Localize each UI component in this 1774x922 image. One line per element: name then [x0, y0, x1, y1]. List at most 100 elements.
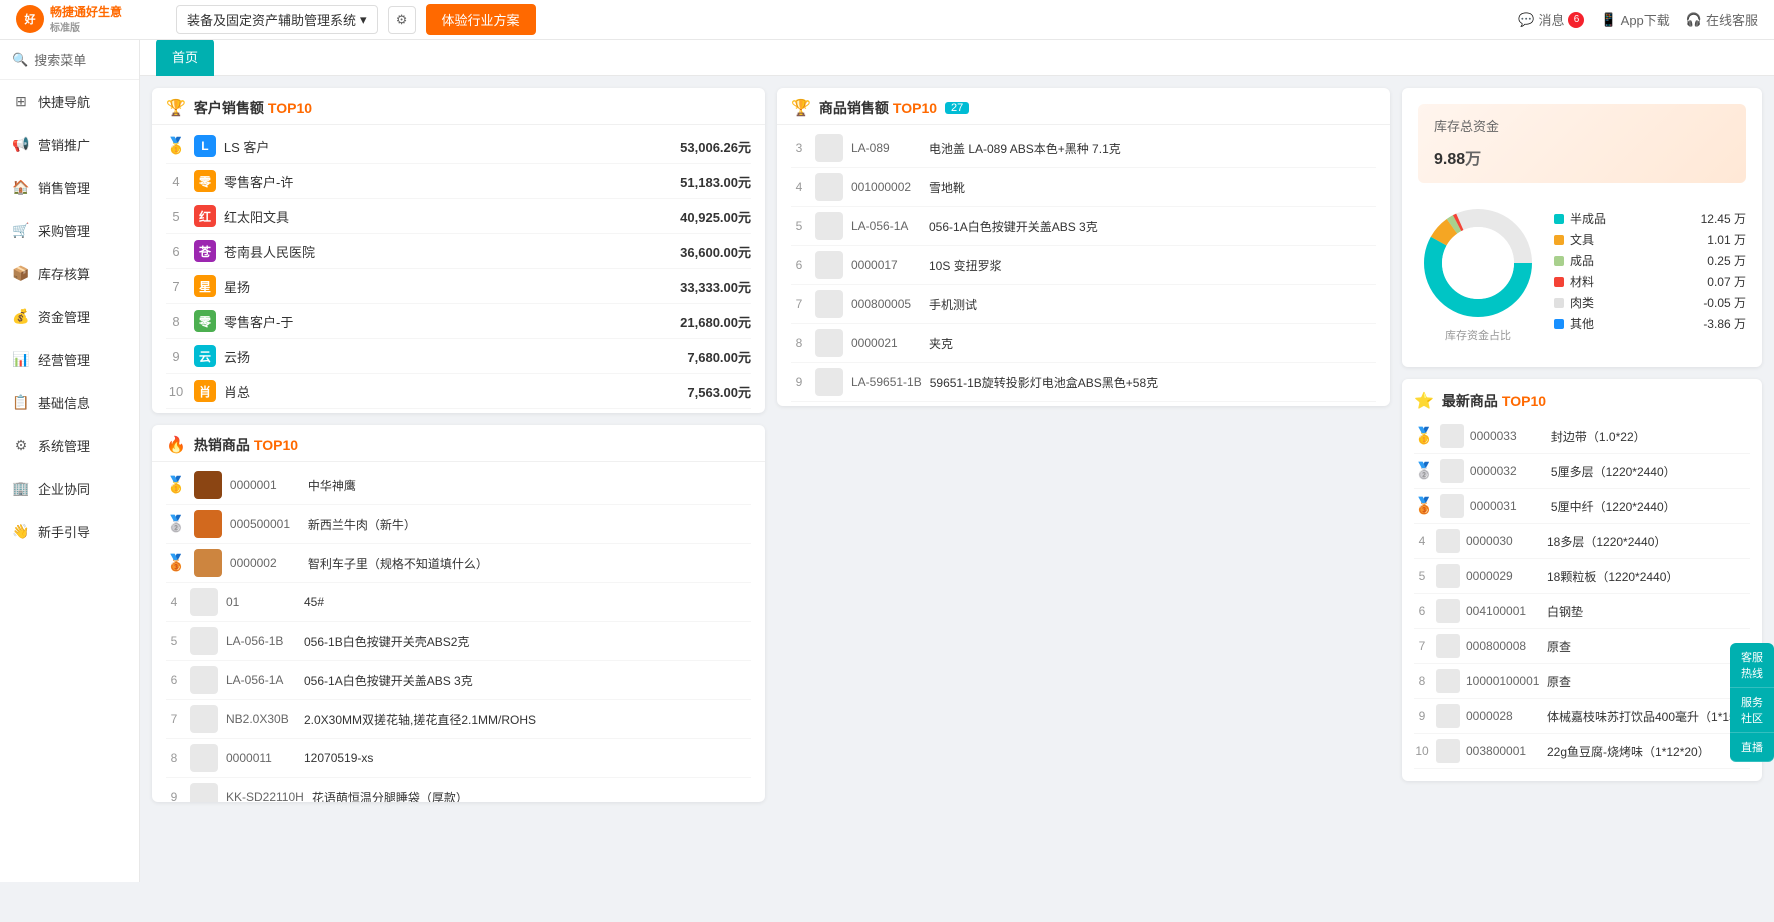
list-item: 6 004100001 白钢垫 [1414, 594, 1750, 629]
product-code: 0000002 [230, 556, 300, 570]
legend-name: 其他 [1570, 315, 1697, 332]
donut-chart [1418, 203, 1538, 323]
gear-icon: ⚙ [396, 12, 408, 28]
product-code: 0000001 [230, 478, 300, 492]
sidebar-item-label: 基础信息 [38, 393, 90, 412]
product-sales-header: 🏆 商品销售额TOP10 27 [777, 88, 1390, 125]
rank-num: 6 [1414, 604, 1430, 618]
customer-amount: 51,183.00元 [680, 172, 751, 191]
legend-item-other: 其他 -3.86 万 [1554, 315, 1746, 332]
online-label: 在线客服 [1706, 10, 1758, 29]
sidebar-item-newbie[interactable]: 👋 新手引导 [0, 510, 139, 553]
product-sales-title: 商品销售额TOP10 [819, 98, 937, 118]
legend-value: 12.45 万 [1701, 210, 1746, 227]
product-code: NB2.0X30B [226, 712, 296, 726]
product-name: 手机测试 [929, 296, 1376, 313]
trial-button[interactable]: 体验行业方案 [426, 4, 536, 35]
product-name: 新西兰牛肉（新牛） [308, 516, 751, 533]
medal-icon: 🥉 [166, 553, 186, 573]
legend-item-finished: 成品 0.25 万 [1554, 252, 1746, 269]
message-button[interactable]: 💬 消息 6 [1518, 10, 1584, 29]
rank-num: 4 [1414, 534, 1430, 548]
legend-name: 材料 [1570, 273, 1701, 290]
legend-value: -0.05 万 [1703, 294, 1746, 311]
customer-ranking-header: 🏆 客户销售额TOP10 [152, 88, 765, 125]
product-code: 0000029 [1466, 569, 1541, 583]
middle-column: 🏆 商品销售额TOP10 27 3 LA-089 电池盖 LA-089 ABS本… [777, 88, 1390, 802]
product-image [194, 510, 222, 538]
product-code: 0000030 [1466, 534, 1541, 548]
list-item: 5 LA-056-1B 056-1B白色按键开关壳ABS2克 [166, 622, 751, 661]
sidebar-item-label: 采购管理 [38, 221, 90, 240]
gear-button[interactable]: ⚙ [388, 6, 416, 34]
product-image [1440, 459, 1464, 483]
rank-num: 4 [166, 595, 182, 609]
newbie-icon: 👋 [12, 523, 30, 541]
top-badge: 27 [945, 102, 969, 114]
rank-num: 9 [166, 349, 186, 364]
marketing-icon: 📢 [12, 136, 30, 154]
customer-ranking-title: 客户销售额TOP10 [194, 98, 312, 118]
sidebar-item-purchase[interactable]: 🛒 采购管理 [0, 209, 139, 252]
online-service-button[interactable]: 🎧 在线客服 [1686, 10, 1758, 29]
product-name: 056-1B白色按键开关壳ABS2克 [304, 633, 751, 650]
product-code: 000800008 [1466, 639, 1541, 653]
sidebar-item-finance[interactable]: 💰 资金管理 [0, 295, 139, 338]
product-image [1440, 424, 1464, 448]
sidebar-item-label: 新手引导 [38, 522, 90, 541]
legend-dot [1554, 235, 1564, 245]
product-image [1436, 564, 1460, 588]
list-item: 🥈 000500001 新西兰牛肉（新牛） [166, 505, 751, 544]
customer-amount: 36,600.00元 [680, 242, 751, 261]
logo-text: 畅捷通好生意 [50, 5, 122, 19]
rank-num: 6 [166, 673, 182, 687]
sidebar-item-label: 营销推广 [38, 135, 90, 154]
sidebar-item-enterprise[interactable]: 🏢 企业协同 [0, 467, 139, 510]
purchase-icon: 🛒 [12, 222, 30, 240]
product-image [815, 212, 843, 240]
table-row: 5 红 红太阳文具 40,925.00元 [166, 199, 751, 234]
product-code: 0000011 [226, 751, 296, 765]
rank-num: 6 [791, 258, 807, 272]
sidebar-item-sales[interactable]: 🏠 销售管理 [0, 166, 139, 209]
table-row: 6 苍 苍南县人民医院 36,600.00元 [166, 234, 751, 269]
product-code: 004100001 [1466, 604, 1541, 618]
product-code: 10000100001 [1466, 674, 1541, 688]
product-image [815, 251, 843, 279]
float-btn-live[interactable]: 直播 [1730, 733, 1774, 762]
inventory-header: 库存总资金 9.88万 [1418, 104, 1746, 183]
rank-num: 7 [1414, 639, 1430, 653]
product-name: 电池盖 LA-089 ABS本色+黑种 7.1克 [929, 140, 1376, 157]
product-code: 000500001 [230, 517, 300, 531]
app-download-button[interactable]: 📱 App下载 [1600, 10, 1669, 29]
customer-amount: 40,925.00元 [680, 207, 751, 226]
sales-icon: 🏠 [12, 179, 30, 197]
product-image [190, 588, 218, 616]
legend-value: 0.25 万 [1707, 252, 1746, 269]
list-item: 5 0000029 18颗粒板（1220*2440） [1414, 559, 1750, 594]
list-item: 6 0000017 10S 变扭罗浆 [791, 246, 1376, 285]
tab-home[interactable]: 首页 [156, 39, 214, 76]
rank-num: 10 [166, 384, 186, 399]
list-item: 7 000800008 原查 [1414, 629, 1750, 664]
table-row: 8 零 零售客户-于 21,680.00元 [166, 304, 751, 339]
sidebar-item-system[interactable]: ⚙ 系统管理 [0, 424, 139, 467]
sidebar-item-operations[interactable]: 📊 经营管理 [0, 338, 139, 381]
sidebar-item-basic-info[interactable]: 📋 基础信息 [0, 381, 139, 424]
customer-name: 肖总 [224, 382, 679, 401]
product-code: 01 [226, 595, 296, 609]
search-menu-item[interactable]: 🔍 搜索菜单 [0, 40, 139, 80]
rank-num: 5 [166, 634, 182, 648]
float-btn-service-community[interactable]: 服务 社区 [1730, 688, 1774, 733]
list-item: 🥉 0000002 智利车子里（规格不知道填什么） [166, 544, 751, 583]
main-content: 🏆 客户销售额TOP10 🥇 L LS 客户 53,006.26元 [140, 76, 1774, 814]
inventory-chart-area: 库存资金占比 半成品 12.45 万 文具 1.01 万 [1418, 195, 1746, 351]
sidebar-item-marketing[interactable]: 📢 营销推广 [0, 123, 139, 166]
list-item: 10 003800001 22g鱼豆腐-烧烤味（1*12*20） [1414, 734, 1750, 769]
sidebar-item-inventory[interactable]: 📦 库存核算 [0, 252, 139, 295]
list-item: 6 LA-056-1A 056-1A白色按键开关盖ABS 3克 [166, 661, 751, 700]
sidebar-item-label: 快捷导航 [38, 92, 90, 111]
sidebar-item-quick-nav[interactable]: ⊞ 快捷导航 [0, 80, 139, 123]
float-btn-customer-service[interactable]: 客服 热线 [1730, 643, 1774, 688]
system-selector[interactable]: 装备及固定资产辅助管理系统 ▾ [176, 5, 378, 34]
